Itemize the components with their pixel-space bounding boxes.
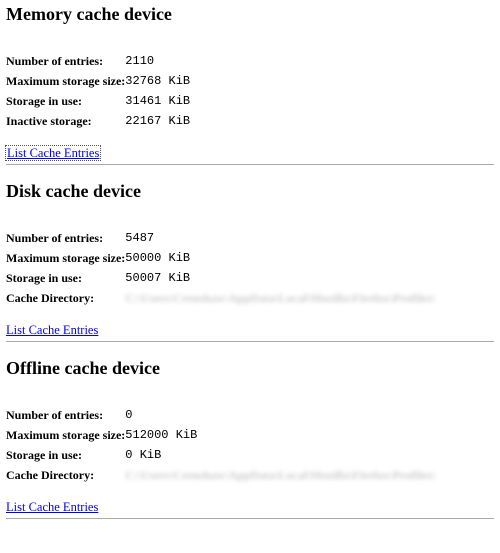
label-storage-in-use: Storage in use: — [6, 91, 125, 111]
list-cache-entries-link[interactable]: List Cache Entries — [6, 500, 98, 514]
value-storage-in-use: 50007 KiB — [125, 268, 435, 288]
link-row: List Cache Entries — [6, 499, 494, 515]
table-row: Cache Directory: C:\Users\Crenshaw\AppDa… — [6, 288, 435, 308]
value-max-storage: 32768 KiB — [125, 71, 190, 91]
label-max-storage: Maximum storage size: — [6, 248, 125, 268]
label-storage-in-use: Storage in use: — [6, 268, 125, 288]
section-divider — [6, 518, 494, 519]
value-num-entries: 2110 — [125, 51, 190, 71]
table-row: Number of entries: 0 — [6, 405, 435, 425]
value-storage-in-use: 31461 KiB — [125, 91, 190, 111]
memory-cache-section: Memory cache device Number of entries: 2… — [6, 4, 494, 165]
offline-cache-section: Offline cache device Number of entries: … — [6, 358, 494, 519]
section-divider — [6, 164, 494, 165]
label-max-storage: Maximum storage size: — [6, 425, 125, 445]
label-num-entries: Number of entries: — [6, 228, 125, 248]
offline-cache-table: Number of entries: 0 Maximum storage siz… — [6, 405, 435, 485]
value-cache-directory: C:\Users\Crenshaw\AppData\Local\Mozilla\… — [125, 288, 435, 308]
value-storage-in-use: 0 KiB — [125, 445, 435, 465]
list-cache-entries-link[interactable]: List Cache Entries — [6, 146, 100, 160]
value-inactive-storage: 22167 KiB — [125, 111, 190, 131]
value-cache-directory: C:\Users\Crenshaw\AppData\Local\Mozilla\… — [125, 465, 435, 485]
value-num-entries: 5487 — [125, 228, 435, 248]
table-row: Storage in use: 50007 KiB — [6, 268, 435, 288]
table-row: Inactive storage: 22167 KiB — [6, 111, 190, 131]
disk-cache-section: Disk cache device Number of entries: 548… — [6, 181, 494, 342]
label-inactive-storage: Inactive storage: — [6, 111, 125, 131]
table-row: Storage in use: 0 KiB — [6, 445, 435, 465]
section-divider — [6, 341, 494, 342]
memory-cache-table: Number of entries: 2110 Maximum storage … — [6, 51, 190, 131]
table-row: Maximum storage size: 512000 KiB — [6, 425, 435, 445]
table-row: Number of entries: 2110 — [6, 51, 190, 71]
value-num-entries: 0 — [125, 405, 435, 425]
table-row: Cache Directory: C:\Users\Crenshaw\AppDa… — [6, 465, 435, 485]
link-row: List Cache Entries — [6, 145, 494, 161]
table-row: Maximum storage size: 50000 KiB — [6, 248, 435, 268]
label-cache-directory: Cache Directory: — [6, 465, 125, 485]
offline-cache-heading: Offline cache device — [6, 358, 494, 379]
label-num-entries: Number of entries: — [6, 51, 125, 71]
label-storage-in-use: Storage in use: — [6, 445, 125, 465]
memory-cache-heading: Memory cache device — [6, 4, 494, 25]
label-max-storage: Maximum storage size: — [6, 71, 125, 91]
disk-cache-heading: Disk cache device — [6, 181, 494, 202]
table-row: Maximum storage size: 32768 KiB — [6, 71, 190, 91]
label-cache-directory: Cache Directory: — [6, 288, 125, 308]
list-cache-entries-link[interactable]: List Cache Entries — [6, 323, 98, 337]
table-row: Storage in use: 31461 KiB — [6, 91, 190, 111]
value-max-storage: 512000 KiB — [125, 425, 435, 445]
link-row: List Cache Entries — [6, 322, 494, 338]
label-num-entries: Number of entries: — [6, 405, 125, 425]
value-max-storage: 50000 KiB — [125, 248, 435, 268]
table-row: Number of entries: 5487 — [6, 228, 435, 248]
disk-cache-table: Number of entries: 5487 Maximum storage … — [6, 228, 435, 308]
